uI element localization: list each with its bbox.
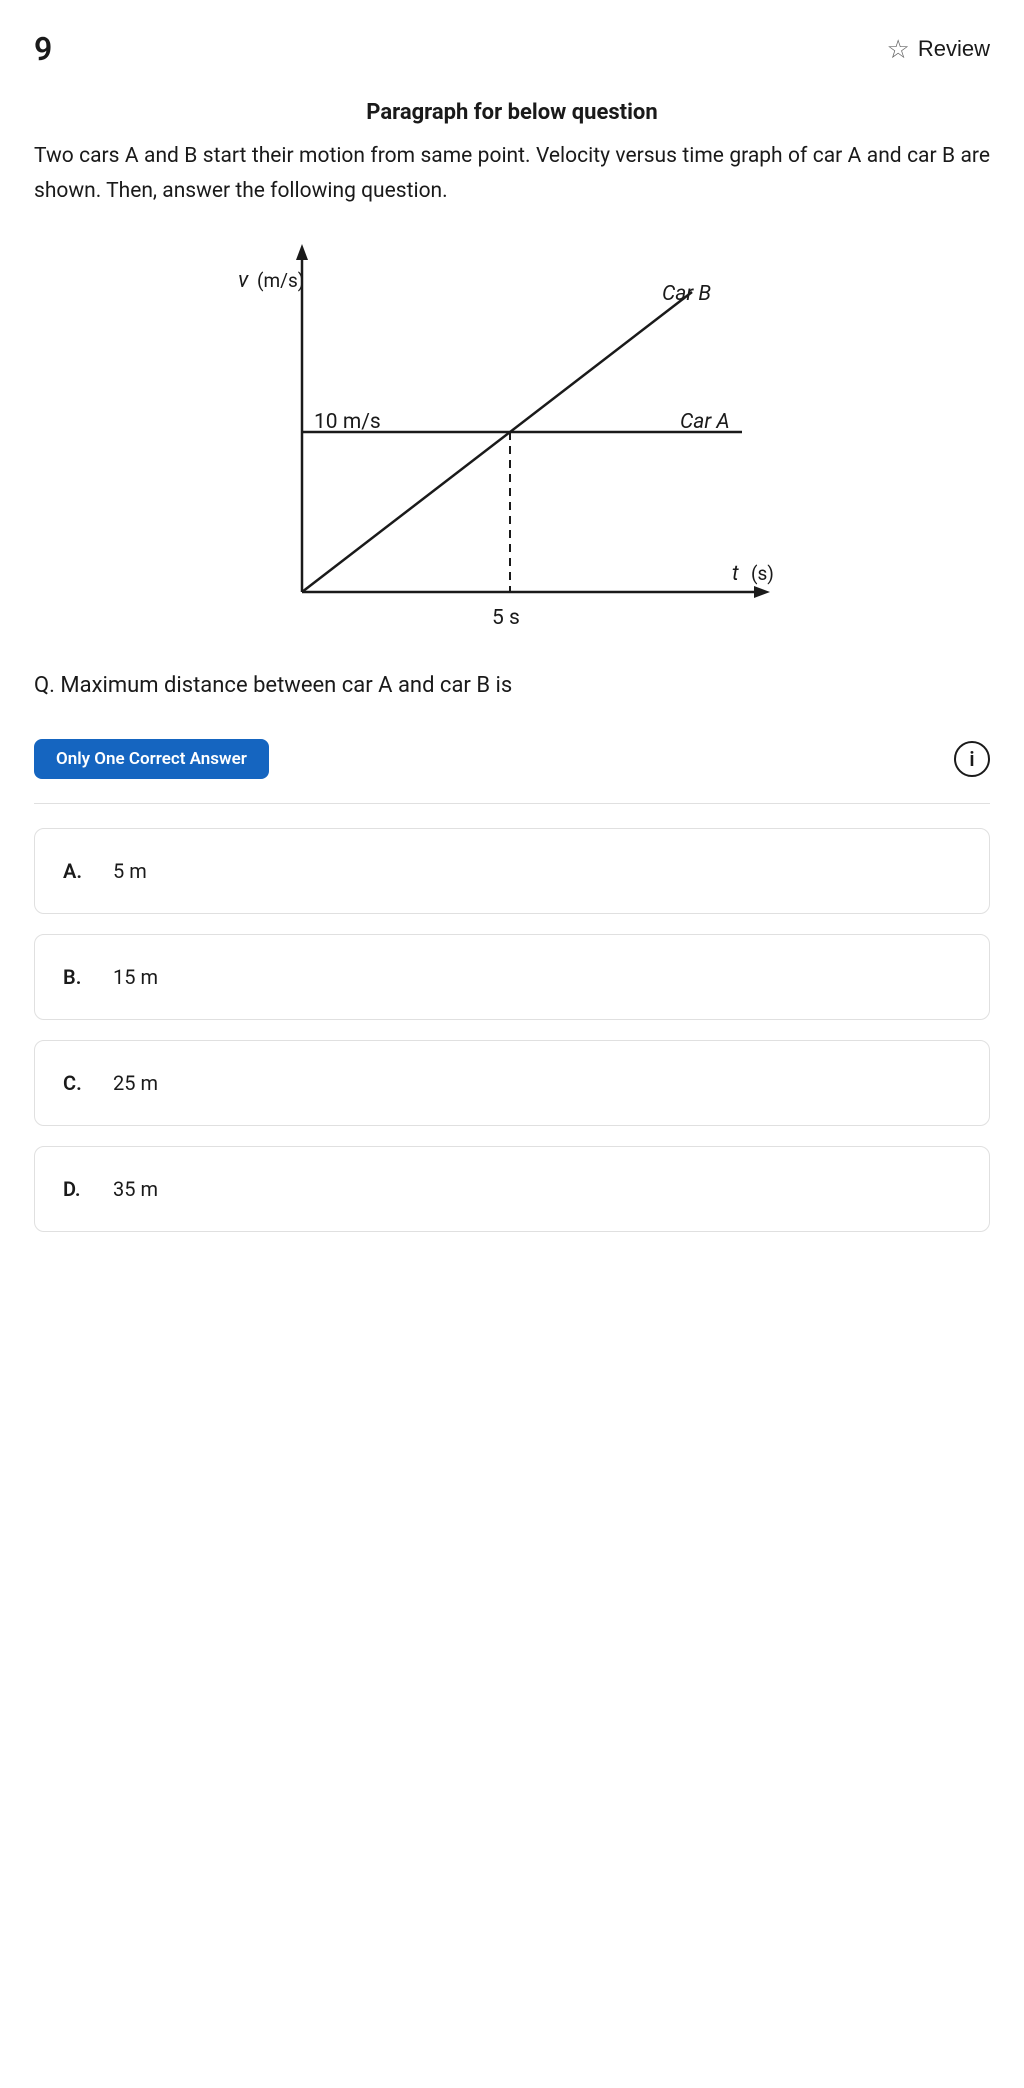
- review-button[interactable]: ☆ Review: [887, 34, 990, 65]
- review-label: Review: [918, 36, 990, 62]
- option-label-3: D.: [63, 1177, 93, 1201]
- info-icon[interactable]: i: [954, 741, 990, 777]
- question-number: 9: [34, 30, 52, 68]
- option-label-2: C.: [63, 1071, 93, 1095]
- option-label-1: B.: [63, 965, 93, 989]
- header-row: 9 ☆ Review: [34, 30, 990, 68]
- paragraph-section: Paragraph for below question Two cars A …: [34, 100, 990, 208]
- svg-text:Car A: Car A: [680, 410, 730, 434]
- svg-text:10 m/s: 10 m/s: [314, 410, 381, 434]
- paragraph-text: Two cars A and B start their motion from…: [34, 139, 990, 208]
- star-icon: ☆: [887, 34, 910, 65]
- option-value-0: 5 m: [113, 859, 147, 883]
- svg-text:t: t: [732, 562, 739, 586]
- svg-text:Car B: Car B: [662, 282, 711, 306]
- svg-text:5 s: 5 s: [492, 606, 520, 630]
- option-card-a[interactable]: A. 5 m: [34, 828, 990, 914]
- velocity-time-graph: v (m/s) t (s) 10 m/s 5 s Car A Car B: [202, 232, 822, 652]
- divider: [34, 803, 990, 804]
- graph-container: v (m/s) t (s) 10 m/s 5 s Car A Car B: [34, 232, 990, 652]
- options-list: A. 5 m B. 15 m C. 25 m D. 35 m: [34, 828, 990, 1232]
- option-value-2: 25 m: [113, 1071, 158, 1095]
- paragraph-title: Paragraph for below question: [34, 100, 990, 125]
- answer-type-row: Only One Correct Answer i: [34, 739, 990, 779]
- page-container: 9 ☆ Review Paragraph for below question …: [0, 0, 1024, 2088]
- option-label-0: A.: [63, 859, 93, 883]
- option-card-b[interactable]: B. 15 m: [34, 934, 990, 1020]
- svg-text:(m/s): (m/s): [257, 269, 304, 292]
- option-value-1: 15 m: [113, 965, 158, 989]
- option-value-3: 35 m: [113, 1177, 158, 1201]
- svg-text:(s): (s): [751, 562, 774, 585]
- option-card-d[interactable]: D. 35 m: [34, 1146, 990, 1232]
- question-text: Q. Maximum distance between car A and ca…: [34, 668, 990, 703]
- y-axis-label: v: [238, 268, 249, 293]
- answer-type-badge: Only One Correct Answer: [34, 739, 269, 779]
- option-card-c[interactable]: C. 25 m: [34, 1040, 990, 1126]
